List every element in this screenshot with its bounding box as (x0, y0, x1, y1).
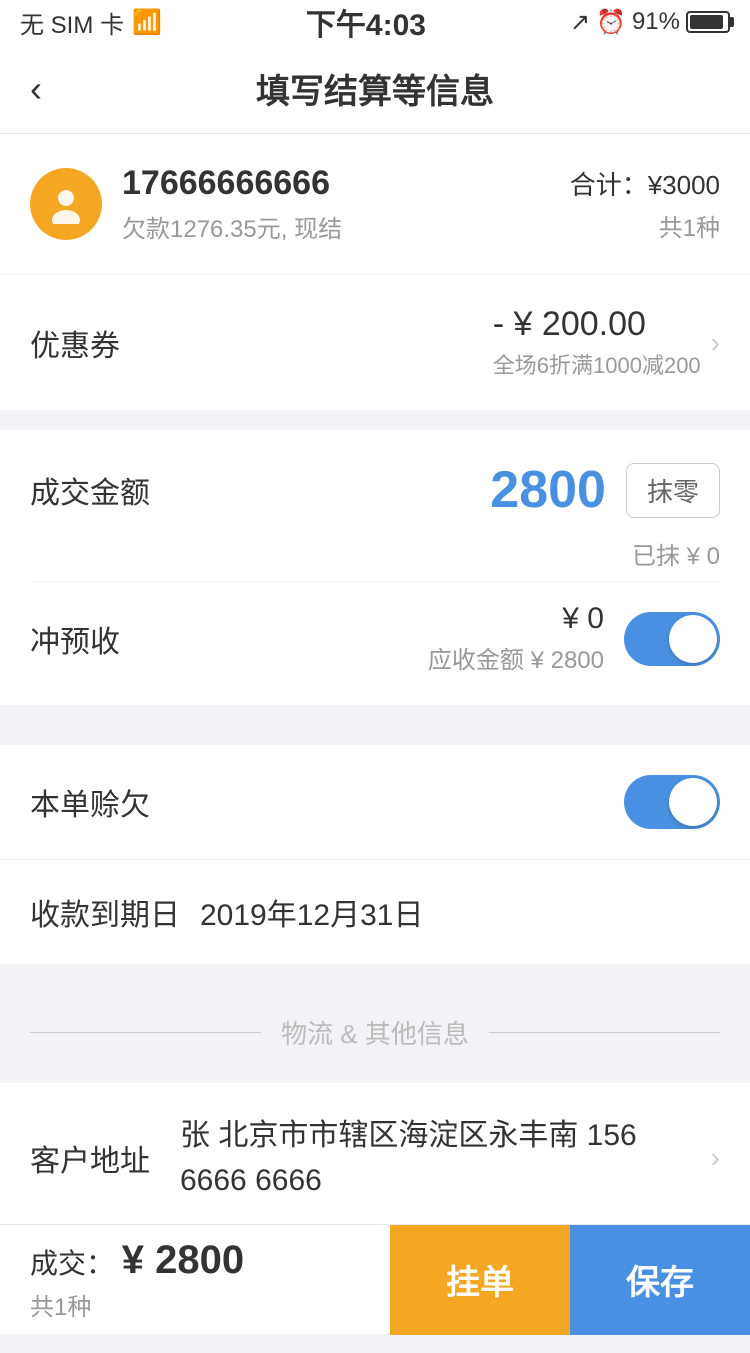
customer-debt: 欠款1276.35元, 现结 (122, 209, 342, 244)
amount-label: 成交金额 (30, 468, 150, 512)
amount-right: 2800 抹零 (490, 460, 720, 520)
section-divider-1 (0, 410, 750, 430)
nav-bar: ‹ 填写结算等信息 (0, 44, 750, 134)
logistics-text: 物流 & 其他信息 (281, 1014, 469, 1051)
bottom-summary-line1: 成交： ¥ 2800 (30, 1238, 360, 1283)
prepay-label: 冲预收 (30, 617, 120, 661)
logistics-line-left (30, 1032, 261, 1033)
logistics-divider: 物流 & 其他信息 (0, 984, 750, 1081)
coupon-desc: 全场6折满1000减200 (493, 348, 701, 380)
status-bar: 无 SIM 卡 📶 下午4:03 ↗ ⏰ 91% (0, 0, 750, 44)
debt-label: 本单赊欠 (30, 780, 150, 824)
date-row: 收款到期日 2019年12月31日 (30, 890, 720, 934)
logistics-line-right (489, 1032, 720, 1033)
date-label: 收款到期日 (30, 890, 180, 934)
address-section[interactable]: 客户地址 张 北京市市辖区海淀区永丰南 156 6666 6666 › (0, 1083, 750, 1233)
customer-left: 17666666666 欠款1276.35元, 现结 (30, 164, 342, 244)
coupon-label: 优惠券 (30, 321, 120, 365)
prepay-sub: 应收金额 ¥ 2800 (428, 640, 604, 675)
coupon-right: - ¥ 200.00 全场6折满1000减200 › (493, 305, 720, 380)
bottom-count: 共1种 (30, 1287, 360, 1322)
bottom-summary-label: 成交： (30, 1248, 114, 1279)
bottom-summary: 成交： ¥ 2800 共1种 (0, 1238, 390, 1322)
prepay-amount: ¥ 0 (428, 602, 604, 636)
back-button[interactable]: ‹ (30, 68, 90, 110)
date-value: 2019年12月31日 (200, 890, 423, 934)
total-count: 共1种 (570, 208, 720, 243)
coupon-chevron-icon: › (711, 327, 720, 359)
prepay-row: 冲预收 ¥ 0 应收金额 ¥ 2800 (30, 581, 720, 675)
prepay-right: ¥ 0 应收金额 ¥ 2800 (428, 602, 720, 675)
section-divider-2 (0, 705, 750, 725)
prepay-value: ¥ 0 应收金额 ¥ 2800 (428, 602, 604, 675)
address-chevron-icon: › (711, 1142, 720, 1174)
coupon-discount: - ¥ 200.00 (493, 305, 701, 344)
debt-toggle[interactable] (624, 775, 720, 829)
battery-fill (690, 15, 723, 29)
main-content: 17666666666 欠款1276.35元, 现结 合计：¥3000 共1种 … (0, 134, 750, 1353)
toggle-knob (669, 615, 717, 663)
amount-value: 2800 (490, 460, 606, 520)
address-value: 张 北京市市辖区海淀区永丰南 156 6666 6666 (180, 1113, 711, 1203)
customer-card: 17666666666 欠款1276.35元, 现结 合计：¥3000 共1种 (0, 134, 750, 274)
avatar (30, 168, 102, 240)
status-bar-left: 无 SIM 卡 📶 (20, 5, 162, 40)
coupon-right-text: - ¥ 200.00 全场6折满1000减200 (493, 305, 701, 380)
total-label: 合计：¥3000 (570, 165, 720, 202)
status-bar-time: 下午4:03 (306, 0, 426, 44)
address-label: 客户地址 (30, 1136, 150, 1180)
customer-right: 合计：¥3000 共1种 (570, 165, 720, 243)
battery-icon (686, 11, 730, 33)
prepay-toggle[interactable] (624, 612, 720, 666)
location-icon: ↗ (570, 8, 590, 37)
bottom-amount: ¥ 2800 (122, 1238, 244, 1282)
amount-section: 成交金额 2800 抹零 已抹 ¥ 0 冲预收 ¥ 0 应收金额 ¥ 2800 (0, 430, 750, 705)
bottom-bar: 成交： ¥ 2800 共1种 挂单 保存 (0, 1224, 750, 1334)
customer-phone: 17666666666 (122, 164, 342, 203)
customer-info: 17666666666 欠款1276.35元, 现结 (122, 164, 342, 244)
status-bar-right: ↗ ⏰ 91% (570, 8, 730, 37)
hangup-button[interactable]: 挂单 (390, 1225, 570, 1335)
alarm-icon: ⏰ (596, 8, 626, 37)
carrier-label: 无 SIM 卡 (20, 5, 124, 40)
amount-sub: 已抹 ¥ 0 (30, 536, 720, 571)
page-title: 填写结算等信息 (256, 64, 494, 113)
round-button[interactable]: 抹零 (626, 463, 720, 518)
debt-toggle-knob (669, 778, 717, 826)
coupon-row[interactable]: 优惠券 - ¥ 200.00 全场6折满1000减200 › (0, 274, 750, 410)
amount-row: 成交金额 2800 抹零 (30, 460, 720, 520)
debt-section: 本单赊欠 (0, 745, 750, 859)
wifi-icon: 📶 (132, 8, 162, 37)
date-section: 收款到期日 2019年12月31日 (0, 859, 750, 964)
save-button[interactable]: 保存 (570, 1225, 750, 1335)
battery-percent: 91% (632, 8, 680, 36)
